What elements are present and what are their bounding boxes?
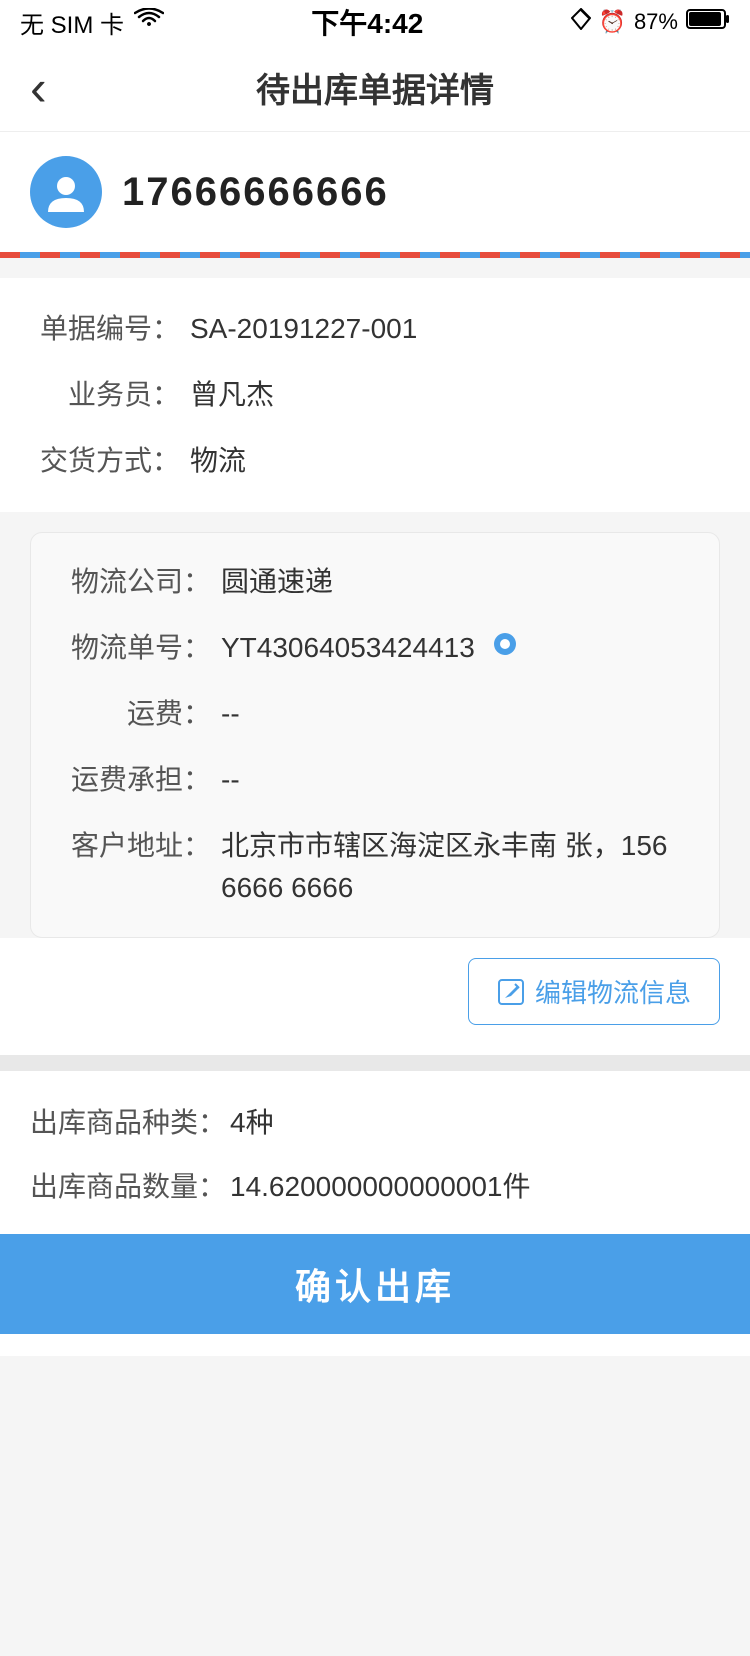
- edit-logistics-section: 编辑物流信息: [0, 938, 750, 1055]
- goods-quantity-row: 出库商品数量： 14.620000000000001件: [30, 1165, 720, 1205]
- status-right: ⏰ 87%: [571, 8, 730, 36]
- freight-label: 运费：: [61, 693, 211, 735]
- user-phone: 17666666666: [122, 170, 389, 215]
- salesman-value: 曾凡杰: [190, 374, 720, 416]
- confirm-button-label: 确认出库: [295, 1258, 455, 1310]
- order-no-value: SA-20191227-001: [190, 308, 720, 350]
- content-spacer: [0, 1356, 750, 1556]
- address-label: 客户地址：: [61, 825, 211, 867]
- logistics-tracking-label: 物流单号：: [61, 627, 211, 669]
- address-row: 客户地址： 北京市市辖区海淀区永丰南 张，156 6666 6666: [61, 825, 689, 909]
- freight-bearer-value: --: [221, 759, 689, 801]
- status-left: 无 SIM 卡: [20, 5, 164, 40]
- time-display: 下午4:42: [311, 2, 423, 42]
- goods-type-value: 4种: [230, 1101, 274, 1141]
- stripe-divider: [0, 252, 750, 258]
- battery-text: 87%: [634, 9, 678, 35]
- back-button[interactable]: ‹: [30, 63, 47, 113]
- freight-bearer-label: 运费承担：: [61, 759, 211, 801]
- goods-section: 出库商品种类： 4种 出库商品数量： 14.620000000000001件: [0, 1071, 750, 1249]
- location-pin-icon: [487, 630, 523, 666]
- salesman-row: 业务员： 曾凡杰: [30, 374, 720, 416]
- location-icon: [571, 8, 591, 36]
- order-no-row: 单据编号： SA-20191227-001: [30, 308, 720, 350]
- salesman-label: 业务员：: [30, 374, 180, 416]
- delivery-row: 交货方式： 物流: [30, 440, 720, 482]
- delivery-value: 物流: [190, 440, 720, 482]
- logistics-company-label: 物流公司：: [61, 561, 211, 603]
- goods-type-label: 出库商品种类：: [30, 1101, 230, 1141]
- nav-bar: ‹ 待出库单据详情: [0, 44, 750, 132]
- confirm-bar[interactable]: 确认出库: [0, 1234, 750, 1334]
- user-header: 17666666666: [0, 132, 750, 252]
- address-value: 北京市市辖区海淀区永丰南 张，156 6666 6666: [221, 825, 689, 909]
- logistics-company-row: 物流公司： 圆通速递: [61, 561, 689, 603]
- logistics-card: 物流公司： 圆通速递 物流单号： YT43064053424413 运费： --…: [30, 532, 720, 938]
- edit-logistics-label: 编辑物流信息: [535, 973, 691, 1010]
- battery-icon: [686, 8, 730, 36]
- goods-quantity-value: 14.620000000000001件: [230, 1165, 531, 1205]
- goods-type-row: 出库商品种类： 4种: [30, 1101, 720, 1141]
- order-no-label: 单据编号：: [30, 308, 180, 350]
- alarm-icon: ⏰: [599, 9, 626, 35]
- delivery-label: 交货方式：: [30, 440, 180, 482]
- page-title: 待出库单据详情: [256, 63, 494, 112]
- carrier-text: 无 SIM 卡: [20, 5, 124, 40]
- wifi-icon: [134, 8, 164, 37]
- avatar: [30, 156, 102, 228]
- logistics-company-value: 圆通速递: [221, 561, 689, 603]
- section-separator: [0, 1055, 750, 1071]
- freight-bearer-row: 运费承担： --: [61, 759, 689, 801]
- status-bar: 无 SIM 卡 下午4:42 ⏰ 87%: [0, 0, 750, 44]
- order-info-section: 单据编号： SA-20191227-001 业务员： 曾凡杰 交货方式： 物流: [0, 278, 750, 512]
- freight-value: --: [221, 693, 689, 735]
- edit-logistics-button[interactable]: 编辑物流信息: [468, 958, 720, 1025]
- goods-quantity-label: 出库商品数量：: [30, 1165, 230, 1205]
- logistics-tracking-row: 物流单号： YT43064053424413: [61, 627, 689, 669]
- freight-row: 运费： --: [61, 693, 689, 735]
- logistics-tracking-value: YT43064053424413: [221, 627, 689, 669]
- edit-icon: [497, 978, 525, 1006]
